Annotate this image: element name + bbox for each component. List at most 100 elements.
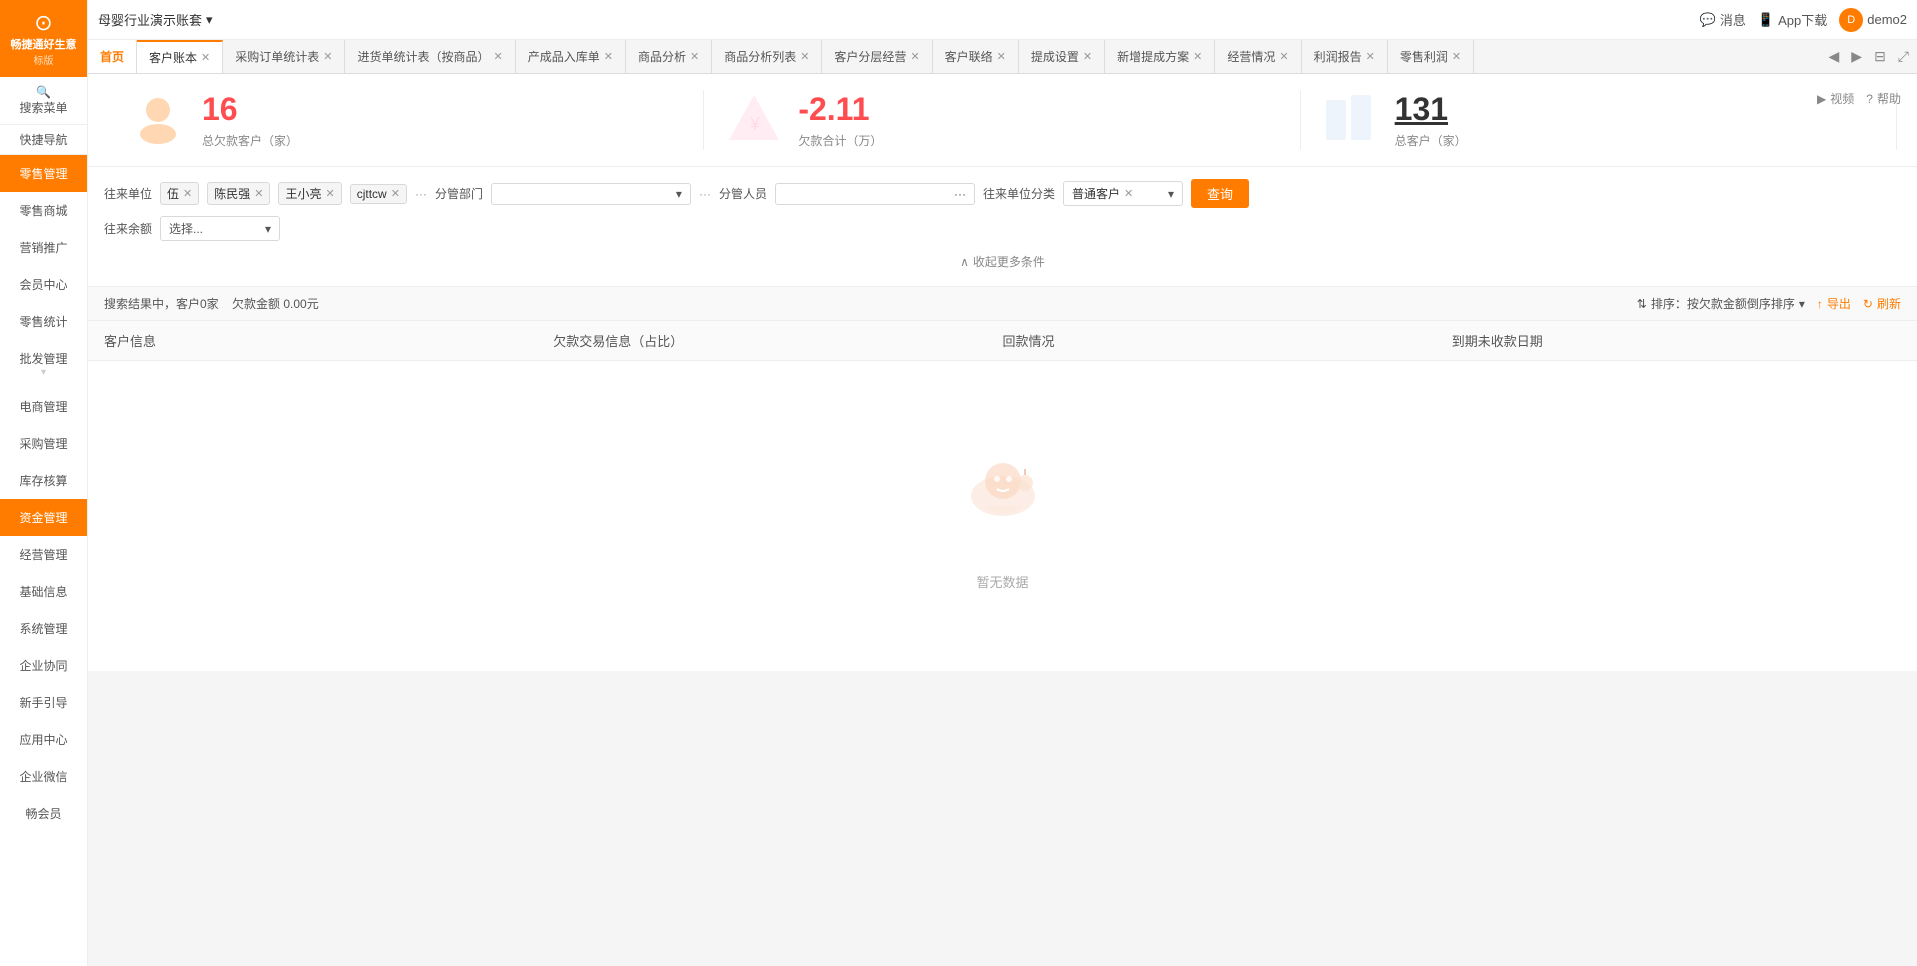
sidebar-item-basic-info[interactable]: 基础信息 (0, 573, 87, 610)
tab-menu-icon[interactable]: ⊟ (1870, 46, 1890, 67)
app-download-btn[interactable]: 📱 App下载 (1758, 10, 1827, 29)
tab-production-inbound-label: 产成品入库单 (528, 48, 600, 65)
tab-business-situation[interactable]: 经营情况 ✕ (1215, 40, 1301, 74)
refresh-btn[interactable]: ↻ 刷新 (1863, 295, 1901, 312)
stat-debt-customers: 16 总欠款客户（家） (108, 90, 704, 150)
export-label: 导出 (1827, 295, 1851, 312)
close-icon[interactable]: ✕ (1193, 50, 1202, 63)
close-icon[interactable]: ✕ (1083, 50, 1092, 63)
empty-text: 暂无数据 (976, 572, 1028, 591)
filter-more-btn[interactable]: ··· (415, 187, 427, 201)
chevron-down-icon: ▾ (206, 12, 213, 28)
tab-purchase-order-stats[interactable]: 采购订单统计表 ✕ (223, 40, 345, 74)
balance-chevron-icon: ▾ (265, 222, 271, 236)
sidebar-search[interactable]: 🔍 搜索菜单 (0, 77, 87, 125)
sidebar-logo[interactable]: ⊙ 畅捷通好生意 标版 (0, 0, 87, 77)
tab-customer-account-close[interactable]: ✕ (201, 51, 210, 64)
sidebar-search-label: 搜索菜单 (6, 99, 81, 116)
close-icon[interactable]: ✕ (1279, 50, 1288, 63)
sidebar-item-member[interactable]: 会员中心 (0, 266, 87, 303)
messages-btn[interactable]: 💬 消息 (1700, 10, 1746, 29)
close-icon[interactable]: ✕ (910, 50, 919, 63)
sidebar-item-ecommerce[interactable]: 电商管理 (0, 388, 87, 425)
sidebar-item-purchase[interactable]: 采购管理 (0, 425, 87, 462)
tab-product-analysis[interactable]: 商品分析 ✕ (626, 40, 712, 74)
sidebar-item-wholesale[interactable]: 批发管理 ▾ (0, 340, 87, 388)
sort-label: 排序：按欠款金额倒序排序 (1651, 295, 1795, 312)
export-btn[interactable]: ↑ 导出 (1817, 295, 1851, 312)
tab-product-analysis-list[interactable]: 商品分析列表 ✕ (712, 40, 822, 74)
sidebar-quick-nav[interactable]: 快捷导航 (0, 125, 87, 155)
filter-tag-wang-close[interactable]: ✕ (326, 187, 335, 200)
close-icon[interactable]: ✕ (494, 50, 503, 63)
sidebar-item-inventory[interactable]: 库存核算 (0, 462, 87, 499)
sidebar-item-vip[interactable]: 畅会员 (0, 795, 87, 832)
tab-scroll-left[interactable]: ◀ (1825, 46, 1844, 67)
dept-more-btn[interactable]: ··· (699, 187, 711, 201)
tab-retail-profit[interactable]: 零售利润 ✕ (1388, 40, 1474, 74)
sidebar-item-finance[interactable]: 资金管理 (0, 499, 87, 536)
query-button[interactable]: 查询 (1191, 179, 1249, 208)
tab-customer-tier[interactable]: 客户分层经营 ✕ (822, 40, 932, 74)
tab-production-inbound[interactable]: 产成品入库单 ✕ (516, 40, 626, 74)
download-icon: 📱 (1758, 12, 1774, 28)
filter-tag-wu-close[interactable]: ✕ (183, 187, 192, 200)
results-debt-amount: 欠款金额 0.00元 (232, 297, 319, 311)
close-icon[interactable]: ✕ (604, 50, 613, 63)
help-btn[interactable]: ? 帮助 (1866, 90, 1901, 107)
export-icon: ↑ (1817, 297, 1823, 311)
debt-customers-icon (128, 90, 188, 150)
tab-add-commission[interactable]: 新增提成方案 ✕ (1105, 40, 1215, 74)
sidebar-item-operations[interactable]: 经营管理 (0, 536, 87, 573)
sort-icon: ⇅ (1637, 297, 1647, 311)
empty-state: 暂无数据 (88, 361, 1917, 671)
tab-customer-account[interactable]: 客户账本 ✕ (137, 40, 223, 74)
close-icon[interactable]: ✕ (323, 50, 332, 63)
expand-icon[interactable]: ⤢ (1894, 46, 1913, 67)
unit-category-tag-close[interactable]: ✕ (1124, 187, 1133, 200)
account-selector[interactable]: 母婴行业演示账套 ▾ (98, 10, 213, 29)
col-repayment: 回款情况 (1003, 331, 1452, 350)
sort-select[interactable]: ⇅ 排序：按欠款金额倒序排序 ▾ (1637, 295, 1805, 312)
refresh-icon: ↻ (1863, 297, 1873, 311)
tab-scroll-right[interactable]: ▶ (1847, 46, 1866, 67)
tab-profit-report[interactable]: 利润报告 ✕ (1302, 40, 1388, 74)
filter-tag-chen-close[interactable]: ✕ (254, 187, 263, 200)
sidebar-item-wechat[interactable]: 企业微信 (0, 758, 87, 795)
collapse-filters-btn[interactable]: ∧ 收起更多条件 (104, 249, 1901, 274)
filter-tag-wang: 王小亮 ✕ (278, 182, 341, 205)
tab-inbound-stats[interactable]: 进货单统计表（按商品） ✕ (345, 40, 515, 74)
unit-category-select[interactable]: 普通客户 ✕ ▾ (1063, 181, 1183, 206)
close-icon[interactable]: ✕ (1366, 50, 1375, 63)
empty-icon (953, 441, 1053, 560)
sidebar-item-guide[interactable]: 新手引导 (0, 684, 87, 721)
close-icon[interactable]: ✕ (1452, 50, 1461, 63)
dept-select[interactable]: ▾ (491, 183, 691, 205)
tab-home[interactable]: 首页 (88, 40, 137, 74)
user-avatar[interactable]: D demo2 (1839, 8, 1907, 32)
tab-commission-settings-label: 提成设置 (1031, 48, 1079, 65)
tab-customer-contact[interactable]: 客户联络 ✕ (933, 40, 1019, 74)
close-icon[interactable]: ✕ (690, 50, 699, 63)
sidebar-item-marketing[interactable]: 营销推广 (0, 229, 87, 266)
tab-commission-settings[interactable]: 提成设置 ✕ (1019, 40, 1105, 74)
sidebar-item-enterprise[interactable]: 企业协同 (0, 647, 87, 684)
results-bar: 搜索结果中，客户0家 欠款金额 0.00元 ⇅ 排序：按欠款金额倒序排序 ▾ ↑… (88, 287, 1917, 321)
sidebar-item-retail[interactable]: 零售管理 (0, 155, 87, 192)
tab-purchase-order-stats-label: 采购订单统计表 (235, 48, 319, 65)
sidebar-item-retail-stats[interactable]: 零售统计 (0, 303, 87, 340)
close-icon[interactable]: ✕ (997, 50, 1006, 63)
debt-total-icon: ¥ (724, 90, 784, 150)
tab-business-situation-label: 经营情况 (1227, 48, 1275, 65)
close-icon[interactable]: ✕ (800, 50, 809, 63)
video-btn[interactable]: ▶ 视频 (1817, 90, 1854, 107)
balance-select[interactable]: 选择... ▾ (160, 216, 280, 241)
sidebar-item-app-center[interactable]: 应用中心 (0, 721, 87, 758)
person-select[interactable]: ··· (775, 183, 975, 205)
filter-tag-cjttcw-close[interactable]: ✕ (391, 187, 400, 200)
sidebar-nav-label: 快捷导航 (19, 133, 67, 147)
tab-retail-profit-label: 零售利润 (1400, 48, 1448, 65)
sidebar-item-system[interactable]: 系统管理 (0, 610, 87, 647)
sidebar-item-retail-mall[interactable]: 零售商城 (0, 192, 87, 229)
stat-total-customers: 131 总客户（家） (1301, 90, 1897, 150)
